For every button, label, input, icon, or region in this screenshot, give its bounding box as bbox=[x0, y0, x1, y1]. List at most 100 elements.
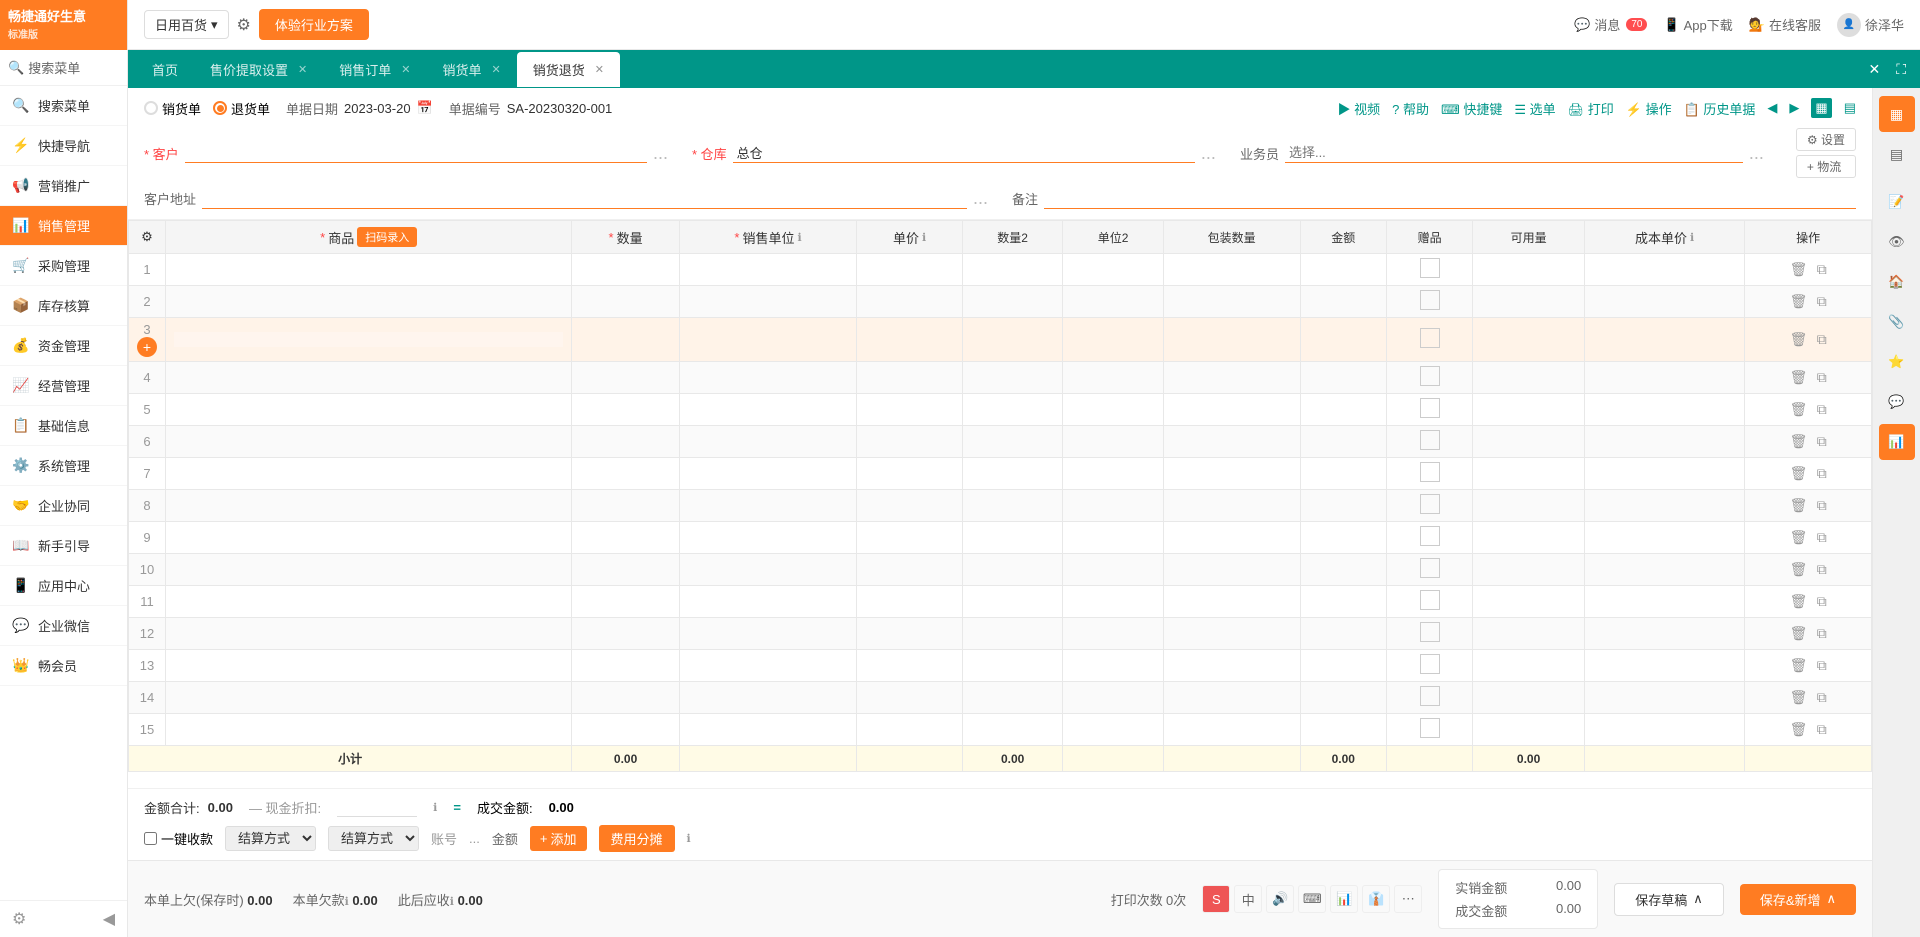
row-pack-qty-4[interactable] bbox=[1163, 362, 1300, 394]
row-amount-3[interactable] bbox=[1300, 318, 1386, 362]
right-panel-table2[interactable]: ▤ bbox=[1879, 136, 1915, 172]
row-action-9[interactable]: 🗑 ⧉ bbox=[1745, 522, 1872, 554]
row-gift-6[interactable] bbox=[1386, 426, 1472, 458]
right-panel-r4[interactable]: 📎 bbox=[1879, 304, 1915, 340]
warehouse-input[interactable] bbox=[733, 143, 1195, 163]
row-unit-price-8[interactable] bbox=[857, 490, 963, 522]
video-btn[interactable]: ▶ 视频 bbox=[1338, 99, 1381, 118]
row-pack-qty-10[interactable] bbox=[1163, 554, 1300, 586]
sidebar-item-enterprise[interactable]: 🤝 企业协同 bbox=[0, 486, 127, 526]
row-sell-unit-8[interactable] bbox=[679, 490, 856, 522]
gift-checkbox-12[interactable] bbox=[1420, 622, 1440, 642]
settings-icon[interactable]: ⚙ bbox=[12, 909, 26, 929]
gift-checkbox-14[interactable] bbox=[1420, 686, 1440, 706]
delete-row-2[interactable]: 🗑 bbox=[1790, 293, 1808, 309]
row-goods-1[interactable] bbox=[166, 254, 572, 286]
goods-input-3[interactable] bbox=[174, 332, 563, 347]
row-pack-qty-12[interactable] bbox=[1163, 618, 1300, 650]
right-panel-table1[interactable]: ▦ bbox=[1879, 96, 1915, 132]
row-sell-unit-15[interactable] bbox=[679, 714, 856, 746]
row-unit2-8[interactable] bbox=[1063, 490, 1163, 522]
sidebar-item-shortcut[interactable]: ⚡ 快捷导航 bbox=[0, 126, 127, 166]
row-qty2-14[interactable] bbox=[962, 682, 1062, 714]
delete-row-3[interactable]: 🗑 bbox=[1790, 331, 1808, 347]
row-amount-9[interactable] bbox=[1300, 522, 1386, 554]
row-goods-8[interactable] bbox=[166, 490, 572, 522]
toolbar-icon-zh[interactable]: 中 bbox=[1234, 885, 1262, 913]
row-gift-8[interactable] bbox=[1386, 490, 1472, 522]
delete-row-11[interactable]: 🗑 bbox=[1790, 593, 1808, 609]
one-click-checkbox[interactable]: 一键收款 bbox=[144, 829, 213, 848]
toolbar-icon-chart[interactable]: 📊 bbox=[1330, 885, 1358, 913]
right-panel-r7[interactable]: 📊 bbox=[1879, 424, 1915, 460]
delete-row-5[interactable]: 🗑 bbox=[1790, 401, 1808, 417]
ellipsis-icon[interactable]: ... bbox=[469, 831, 480, 846]
row-goods-15[interactable] bbox=[166, 714, 572, 746]
row-goods-9[interactable] bbox=[166, 522, 572, 554]
staff-input[interactable] bbox=[1285, 143, 1743, 163]
right-panel-r1[interactable]: 📝 bbox=[1879, 184, 1915, 220]
delete-row-15[interactable]: 🗑 bbox=[1790, 721, 1808, 737]
row-amount-7[interactable] bbox=[1300, 458, 1386, 490]
row-qty2-6[interactable] bbox=[962, 426, 1062, 458]
row-available-7[interactable] bbox=[1473, 458, 1585, 490]
row-pack-qty-14[interactable] bbox=[1163, 682, 1300, 714]
toolbar-icon-speaker[interactable]: 🔊 bbox=[1266, 885, 1294, 913]
row-qty2-7[interactable] bbox=[962, 458, 1062, 490]
row-qty-10[interactable] bbox=[572, 554, 680, 586]
row-qty-1[interactable] bbox=[572, 254, 680, 286]
row-qty2-5[interactable] bbox=[962, 394, 1062, 426]
row-qty-9[interactable] bbox=[572, 522, 680, 554]
row-qty-12[interactable] bbox=[572, 618, 680, 650]
row-action-1[interactable]: 🗑 ⧉ bbox=[1745, 254, 1872, 286]
row-cost-price-14[interactable] bbox=[1584, 682, 1744, 714]
row-cost-price-4[interactable] bbox=[1584, 362, 1744, 394]
sidebar-item-marketing[interactable]: 📢 营销推广 bbox=[0, 166, 127, 206]
row-unit-price-9[interactable] bbox=[857, 522, 963, 554]
toolbar-icon-more[interactable]: ⋯ bbox=[1394, 885, 1422, 913]
goods-input-10[interactable] bbox=[174, 562, 563, 577]
warehouse-select-icon[interactable]: ... bbox=[1201, 143, 1216, 164]
sidebar-item-apps[interactable]: 📱 应用中心 bbox=[0, 566, 127, 606]
row-pack-qty-8[interactable] bbox=[1163, 490, 1300, 522]
row-available-6[interactable] bbox=[1473, 426, 1585, 458]
copy-row-6[interactable]: ⧉ bbox=[1817, 433, 1827, 449]
copy-row-11[interactable]: ⧉ bbox=[1817, 593, 1827, 609]
row-amount-11[interactable] bbox=[1300, 586, 1386, 618]
row-amount-2[interactable] bbox=[1300, 286, 1386, 318]
print-btn[interactable]: 🖨 打印 bbox=[1568, 99, 1614, 118]
row-pack-qty-3[interactable] bbox=[1163, 318, 1300, 362]
collapse-icon[interactable]: ◀ bbox=[103, 909, 115, 929]
row-unit-price-11[interactable] bbox=[857, 586, 963, 618]
customer-select-icon[interactable]: ... bbox=[653, 143, 668, 164]
row-available-3[interactable] bbox=[1473, 318, 1585, 362]
sidebar-item-finance[interactable]: 💰 资金管理 bbox=[0, 326, 127, 366]
gift-checkbox-11[interactable] bbox=[1420, 590, 1440, 610]
account-select[interactable]: 结算方式 bbox=[328, 826, 419, 851]
delete-row-12[interactable]: 🗑 bbox=[1790, 625, 1808, 641]
row-qty2-15[interactable] bbox=[962, 714, 1062, 746]
row-qty-11[interactable] bbox=[572, 586, 680, 618]
row-sell-unit-6[interactable] bbox=[679, 426, 856, 458]
row-qty2-2[interactable] bbox=[962, 286, 1062, 318]
history-btn[interactable]: 📋 历史单据 bbox=[1684, 99, 1756, 118]
settlement-select[interactable]: 结算方式 bbox=[225, 826, 316, 851]
row-unit2-1[interactable] bbox=[1063, 254, 1163, 286]
row-qty2-12[interactable] bbox=[962, 618, 1062, 650]
row-sell-unit-4[interactable] bbox=[679, 362, 856, 394]
nav-next-icon[interactable]: ▶ bbox=[1789, 100, 1799, 116]
calendar-icon[interactable]: 📅 bbox=[417, 100, 433, 116]
save-new-btn[interactable]: 保存&新增 ∧ bbox=[1740, 884, 1856, 915]
settings-btn[interactable]: ⚙ 设置 bbox=[1796, 128, 1856, 151]
row-pack-qty-5[interactable] bbox=[1163, 394, 1300, 426]
row-qty-5[interactable] bbox=[572, 394, 680, 426]
row-available-2[interactable] bbox=[1473, 286, 1585, 318]
row-pack-qty-2[interactable] bbox=[1163, 286, 1300, 318]
delete-row-6[interactable]: 🗑 bbox=[1790, 433, 1808, 449]
toolbar-icon-s[interactable]: S bbox=[1202, 885, 1230, 913]
gift-checkbox-13[interactable] bbox=[1420, 654, 1440, 674]
row-gift-3[interactable] bbox=[1386, 318, 1472, 362]
row-goods-12[interactable] bbox=[166, 618, 572, 650]
address-input[interactable] bbox=[202, 189, 967, 209]
row-available-11[interactable] bbox=[1473, 586, 1585, 618]
